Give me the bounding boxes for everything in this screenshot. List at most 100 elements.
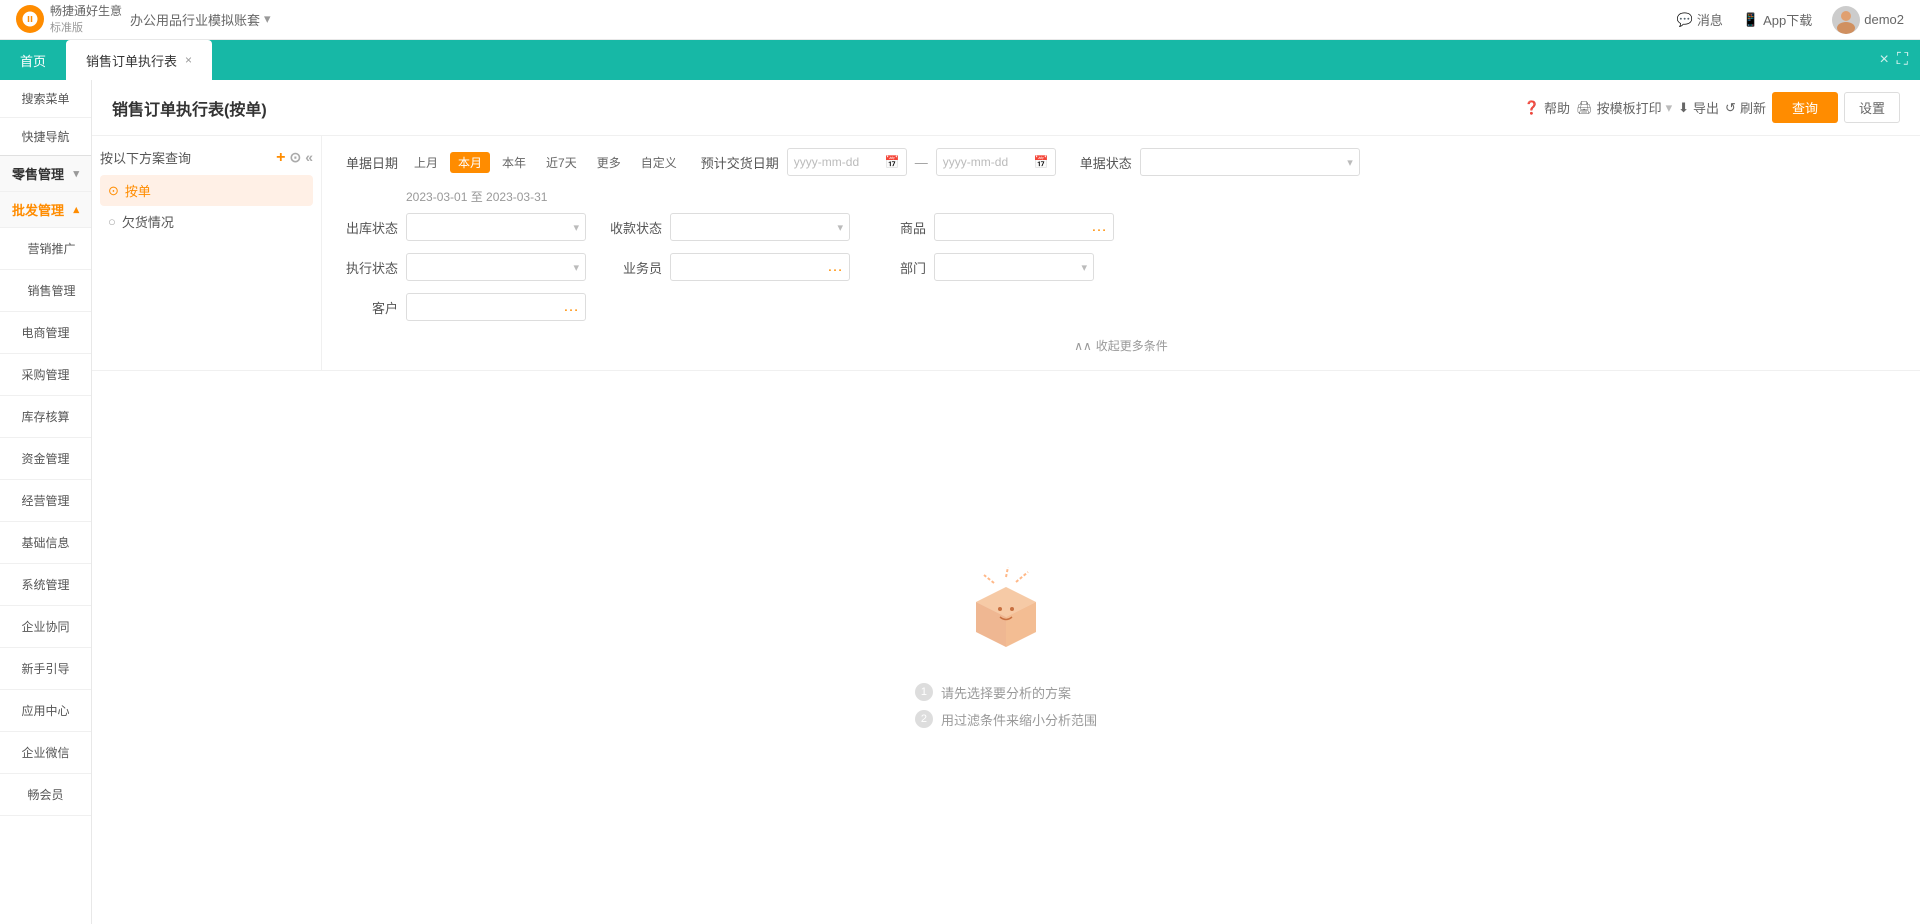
sidebar-item-appstore[interactable]: 应用中心: [0, 690, 91, 732]
logo-text-area: 畅捷通好生意 标准版: [50, 4, 122, 34]
salesman-dots-icon[interactable]: …: [827, 258, 843, 276]
out-status-arrow-icon: ▾: [573, 221, 579, 234]
filter-left-header: 按以下方案查询 + ⊙ «: [100, 148, 313, 167]
tab-close-all-btn[interactable]: ×: [1879, 51, 1888, 69]
add-scheme-btn[interactable]: +: [276, 149, 285, 167]
dept-select[interactable]: ▾: [934, 253, 1094, 281]
sidebar-item-purchase[interactable]: 采购管理: [0, 354, 91, 396]
logo-sub-text: 标准版: [50, 19, 122, 35]
tab-close-btn[interactable]: ×: [185, 53, 192, 67]
settings-btn[interactable]: 设置: [1844, 92, 1900, 123]
search-menu-label: 搜索菜单: [21, 92, 69, 106]
filter-panel: 按以下方案查询 + ⊙ « ⊙ 按单 ○ 欠货情况: [92, 136, 1920, 371]
goods-select[interactable]: …: [934, 213, 1114, 241]
sidebar-item-wechat[interactable]: 企业微信: [0, 732, 91, 774]
single-status-arrow-icon: ▾: [1347, 156, 1353, 169]
nav-shortage[interactable]: ○ 欠货情况: [100, 206, 313, 237]
print-arrow-icon: ▾: [1666, 100, 1673, 116]
date-tab-7days[interactable]: 近7天: [538, 152, 585, 173]
content-area: 销售订单执行表(按单) ❓ 帮助 🖨 按模板打印 ▾ ⬇ 导出: [92, 80, 1920, 924]
tab-home-label: 首页: [20, 51, 46, 70]
ecommerce-label: 电商管理: [21, 324, 69, 341]
edit-scheme-btn[interactable]: ⊙: [289, 149, 301, 167]
filter-salesman: 业务员 …: [602, 253, 850, 281]
sidebar-item-enterprise[interactable]: 企业协同: [0, 606, 91, 648]
empty-hints: 1 请先选择要分析的方案 2 用过滤条件来缩小分析范围: [915, 683, 1097, 729]
purchase-label: 采购管理: [21, 366, 69, 383]
enterprise-label: 企业协同: [21, 618, 69, 635]
filter-row-2: 出库状态 ▾ 收款状态 ▾: [338, 213, 1904, 241]
sidebar-item-system[interactable]: 系统管理: [0, 564, 91, 606]
sidebar-item-member[interactable]: 畅会员: [0, 774, 91, 816]
expected-date-from-text: yyyy-mm-dd: [794, 155, 859, 169]
print-btn[interactable]: 🖨 按模板打印 ▾: [1576, 98, 1672, 117]
help-icon: ❓: [1524, 100, 1540, 116]
breadcrumb-arrow-icon[interactable]: ▾: [264, 11, 271, 27]
sidebar-item-operations[interactable]: 经营管理: [0, 480, 91, 522]
app-download-action[interactable]: 📱 App下载: [1743, 10, 1812, 29]
empty-hint-2: 2 用过滤条件来缩小分析范围: [915, 710, 1097, 729]
hint-num-1: 1: [915, 683, 933, 701]
print-icon: 🖨: [1576, 100, 1593, 116]
refresh-btn[interactable]: ↺ 刷新: [1725, 98, 1766, 117]
user-action[interactable]: demo2: [1832, 6, 1904, 34]
customer-select[interactable]: …: [406, 293, 586, 321]
collapse-bar[interactable]: ∧∧ 收起更多条件: [338, 333, 1904, 358]
filter-left-title: 按以下方案查询: [100, 148, 191, 167]
sidebar-item-newuser[interactable]: 新手引导: [0, 648, 91, 690]
date-tab-more[interactable]: 更多: [589, 152, 629, 173]
breadcrumb-text: 办公用品行业模拟账套: [130, 10, 260, 29]
sidebar-item-retail[interactable]: 零售管理 ▾: [0, 156, 91, 192]
basic-info-label: 基础信息: [21, 534, 69, 551]
goods-dots-icon[interactable]: …: [1091, 218, 1107, 236]
member-label: 畅会员: [27, 786, 63, 803]
receipt-status-select[interactable]: ▾: [670, 213, 850, 241]
salesman-select[interactable]: …: [670, 253, 850, 281]
page-header: 销售订单执行表(按单) ❓ 帮助 🖨 按模板打印 ▾ ⬇ 导出: [92, 80, 1920, 136]
page-title: 销售订单执行表(按单): [112, 96, 267, 120]
sidebar-item-inventory[interactable]: 库存核算: [0, 396, 91, 438]
expected-date-from[interactable]: yyyy-mm-dd 📅: [787, 148, 907, 176]
by-order-icon: ⊙: [108, 183, 119, 199]
sidebar-item-finance[interactable]: 资金管理: [0, 438, 91, 480]
single-status-select[interactable]: ▾: [1140, 148, 1360, 176]
nav-by-order[interactable]: ⊙ 按单: [100, 175, 313, 206]
sidebar-item-ecommerce[interactable]: 电商管理: [0, 312, 91, 354]
sidebar-item-sales[interactable]: 销售管理: [0, 270, 91, 312]
tab-expand-btn[interactable]: ⛶: [1897, 51, 1908, 69]
message-icon: 💬: [1677, 12, 1693, 28]
filter-goods: 商品 …: [866, 213, 1114, 241]
wholesale-arrow-icon: ▴: [73, 203, 79, 216]
date-tab-this-year[interactable]: 本年: [494, 152, 534, 173]
date-tab-custom[interactable]: 自定义: [633, 152, 685, 173]
top-bar-left: 畅捷通好生意 标准版 办公用品行业模拟账套 ▾: [16, 4, 271, 34]
collapse-icon: ∧∧: [1074, 339, 1092, 353]
refresh-label: 刷新: [1740, 98, 1766, 117]
collapse-left-btn[interactable]: «: [305, 149, 313, 167]
tab-sales-exec[interactable]: 销售订单执行表 ×: [66, 40, 212, 80]
date-tab-this-month[interactable]: 本月: [450, 152, 490, 173]
customer-dots-icon[interactable]: …: [563, 298, 579, 316]
sidebar: 搜索菜单 快捷导航 零售管理 ▾ 批发管理 ▴ 营销推广 销售管理 电商管理 采…: [0, 80, 92, 924]
sidebar-item-basic-info[interactable]: 基础信息: [0, 522, 91, 564]
help-btn[interactable]: ❓ 帮助: [1524, 98, 1570, 117]
exec-status-select[interactable]: ▾: [406, 253, 586, 281]
finance-label: 资金管理: [21, 450, 69, 467]
tab-home[interactable]: 首页: [0, 40, 66, 80]
export-btn[interactable]: ⬇ 导出: [1678, 98, 1719, 117]
expected-date-to[interactable]: yyyy-mm-dd 📅: [936, 148, 1056, 176]
system-label: 系统管理: [21, 576, 69, 593]
operations-label: 经营管理: [21, 492, 69, 509]
out-status-select[interactable]: ▾: [406, 213, 586, 241]
sidebar-item-marketing[interactable]: 营销推广: [0, 228, 91, 270]
sidebar-quick-nav[interactable]: 快捷导航: [0, 118, 91, 156]
message-action[interactable]: 💬 消息: [1677, 10, 1723, 29]
sidebar-search-menu[interactable]: 搜索菜单: [0, 80, 91, 118]
single-status-label: 单据状态: [1072, 153, 1132, 172]
filter-left: 按以下方案查询 + ⊙ « ⊙ 按单 ○ 欠货情况: [92, 136, 322, 370]
shortage-icon: ○: [108, 214, 116, 229]
retail-arrow-icon: ▾: [73, 167, 79, 180]
sidebar-item-wholesale[interactable]: 批发管理 ▴: [0, 192, 91, 228]
date-tab-last-month[interactable]: 上月: [406, 152, 446, 173]
query-btn[interactable]: 查询: [1772, 92, 1838, 123]
